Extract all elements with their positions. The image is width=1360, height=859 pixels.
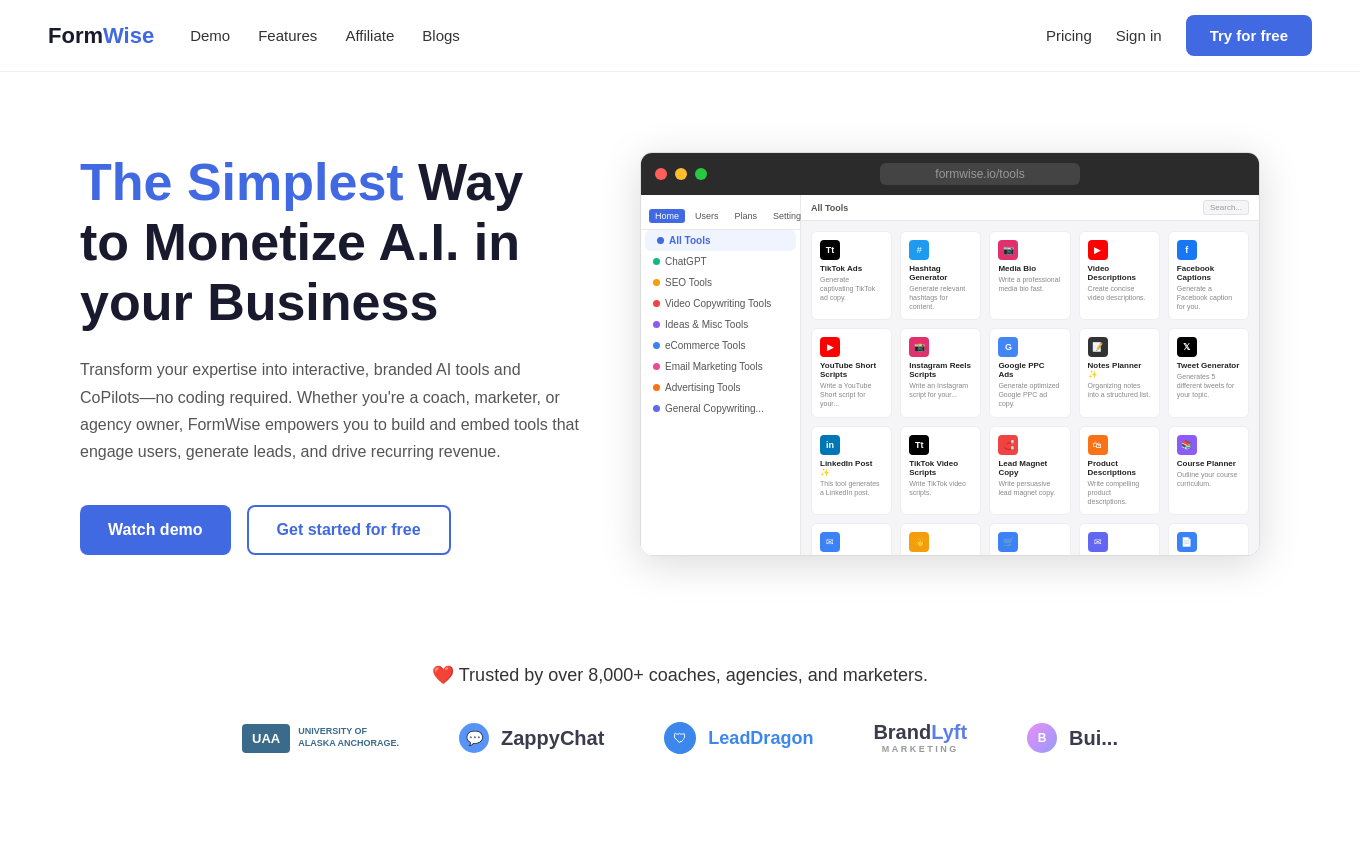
tool-media-bio: 📷 Media Bio Write a professional media b… — [989, 231, 1070, 320]
sidebar-ecommerce: eCommerce Tools — [641, 335, 800, 356]
uaa-name: UNIVERSITY OFALASKA ANCHORAGE. — [298, 726, 399, 749]
tool-lead-magnet: 🧲 Lead Magnet Copy Write persuasive lead… — [989, 426, 1070, 515]
nav-signin[interactable]: Sign in — [1116, 27, 1162, 44]
tool-yt-shorts: ▶ YouTube Short Scripts Write a YouTube … — [811, 328, 892, 417]
tool-course-planner: 📚 Course Planner Outline your course cur… — [1168, 426, 1249, 515]
hero-right: formwise.io/tools Home Users Plans Setti… — [620, 152, 1280, 556]
sidebar-chatgpt: ChatGPT — [641, 251, 800, 272]
nav-link-demo[interactable]: Demo — [190, 27, 230, 44]
leaddragon-icon: 🛡 — [664, 722, 696, 754]
tool-notes-planner: 📝 Notes Planner ✨ Organizing notes into … — [1079, 328, 1160, 417]
window-maximize-dot — [695, 168, 707, 180]
bu-icon: B — [1027, 723, 1057, 753]
nav-right: Pricing Sign in Try for free — [1046, 15, 1312, 56]
tool-product-desc: 🛍 Product Descriptions Write compelling … — [1079, 426, 1160, 515]
watch-demo-button[interactable]: Watch demo — [80, 505, 231, 555]
window-close-dot — [655, 168, 667, 180]
nav-link-affiliate[interactable]: Affiliate — [345, 27, 394, 44]
hero-title: The Simplest Way to Monetize A.I. in you… — [80, 153, 580, 332]
try-for-free-button[interactable]: Try for free — [1186, 15, 1312, 56]
tool-tiktok-scripts: Tt TikTok Video Scripts Write TikTok vid… — [900, 426, 981, 515]
hero-title-line3: your Business — [80, 273, 438, 331]
tool-subject-lines: ✉ Email Subject Lines ✨ Write highly ema… — [1079, 523, 1160, 555]
screenshot-main: All Tools Search... Tt TikTok Ads Genera… — [801, 195, 1259, 555]
trust-logos-row: UAA UNIVERSITY OFALASKA ANCHORAGE. 💬 Zap… — [40, 722, 1320, 754]
uaa-badge: UAA — [242, 724, 290, 753]
logo-form: Form — [48, 23, 103, 49]
hero-title-line2: to Monetize A.I. in — [80, 213, 520, 271]
ss-breadcrumb-all-tools: All Tools — [811, 203, 848, 213]
screenshot-sidebar: Home Users Plans Settings All Tools Chat… — [641, 195, 801, 555]
logo-wise: Wise — [103, 23, 154, 49]
trust-text: ❤️ Trusted by over 8,000+ coaches, agenc… — [40, 664, 1320, 686]
nav-left: Form Wise Demo Features Affiliate Blogs — [48, 23, 460, 49]
nav-link-features[interactable]: Features — [258, 27, 317, 44]
trust-logo-bu: B Bui... — [1027, 723, 1118, 753]
trust-logo-uaa: UAA UNIVERSITY OFALASKA ANCHORAGE. — [242, 724, 399, 753]
tool-cold-email: ✉ Cold Email Scripts Generate a cold ema… — [811, 523, 892, 555]
tool-google-ppc: G Google PPC Ads Generate optimized Goog… — [989, 328, 1070, 417]
navbar: Form Wise Demo Features Affiliate Blogs … — [0, 0, 1360, 72]
tool-welcome-series: 👋 Welcome Series Emails Generate welcome… — [900, 523, 981, 555]
ss-search-box: Search... — [1203, 200, 1249, 215]
tab-home: Home — [649, 209, 685, 223]
trust-logo-zappychat: 💬 ZappyChat — [459, 723, 604, 753]
window-minimize-dot — [675, 168, 687, 180]
hero-title-blue: The Simplest — [80, 153, 404, 211]
app-screenshot: formwise.io/tools Home Users Plans Setti… — [640, 152, 1260, 556]
logo[interactable]: Form Wise — [48, 23, 154, 49]
brandlyft-sub: MARKETING — [873, 744, 967, 754]
screenshot-titlebar: formwise.io/tools — [641, 153, 1259, 195]
tool-linkedin: in LinkedIn Post ✨ This tool generates a… — [811, 426, 892, 515]
sidebar-video: Video Copywriting Tools — [641, 293, 800, 314]
screenshot-inner: Home Users Plans Settings All Tools Chat… — [641, 195, 1259, 555]
hero-title-way: Way — [418, 153, 523, 211]
hero-buttons: Watch demo Get started for free — [80, 505, 580, 555]
nav-pricing[interactable]: Pricing — [1046, 27, 1092, 44]
zappychat-icon: 💬 — [459, 723, 489, 753]
sidebar-all-tools: All Tools — [645, 230, 796, 251]
tool-tiktok-ads: Tt TikTok Ads Generate captivating TikTo… — [811, 231, 892, 320]
brandlyft-name: BrandLyft — [873, 722, 967, 742]
leaddragon-name: LeadDragon — [708, 728, 813, 749]
tools-grid: Tt TikTok Ads Generate captivating TikTo… — [801, 221, 1259, 555]
trust-logo-brandlyft: BrandLyft MARKETING — [873, 722, 967, 754]
nav-link-blogs[interactable]: Blogs — [422, 27, 460, 44]
bu-name: Bui... — [1069, 727, 1118, 750]
sidebar-seo: SEO Tools — [641, 272, 800, 293]
tool-tweet-gen: 𝕏 Tweet Generator Generates 5 different … — [1168, 328, 1249, 417]
get-started-button[interactable]: Get started for free — [247, 505, 451, 555]
tool-video-desc: ▶ Video Descriptions Create concise vide… — [1079, 231, 1160, 320]
hero-section: The Simplest Way to Monetize A.I. in you… — [0, 72, 1360, 616]
sidebar-email: Email Marketing Tools — [641, 356, 800, 377]
trust-logo-leaddragon: 🛡 LeadDragon — [664, 722, 813, 754]
zappychat-name: ZappyChat — [501, 727, 604, 750]
tool-abandoned-cart: 🛒 Abandoned Cart Emails Generate abandon… — [989, 523, 1070, 555]
trust-emoji: ❤️ — [432, 665, 454, 685]
nav-links: Demo Features Affiliate Blogs — [190, 27, 460, 44]
trust-message: Trusted by over 8,000+ coaches, agencies… — [459, 665, 928, 685]
sidebar-advertising: Advertising Tools — [641, 377, 800, 398]
sidebar-dot-all — [657, 237, 664, 244]
tool-ig-reels: 📸 Instagram Reels Scripts Write an Insta… — [900, 328, 981, 417]
trust-section: ❤️ Trusted by over 8,000+ coaches, agenc… — [0, 616, 1360, 794]
sidebar-general: General Copywriting... — [641, 398, 800, 419]
tab-users: Users — [689, 209, 725, 223]
tool-fb-captions: f Facebook Captions Generate a Facebook … — [1168, 231, 1249, 320]
tool-hashtag: # Hashtag Generator Generate relevant ha… — [900, 231, 981, 320]
sidebar-ideas: Ideas & Misc Tools — [641, 314, 800, 335]
titlebar-url: formwise.io/tools — [880, 163, 1080, 185]
tab-plans: Plans — [729, 209, 764, 223]
hero-description: Transform your expertise into interactiv… — [80, 356, 580, 465]
tool-transcript: 📄 Transcript to Article Write persuasive… — [1168, 523, 1249, 555]
hero-left: The Simplest Way to Monetize A.I. in you… — [80, 153, 580, 555]
